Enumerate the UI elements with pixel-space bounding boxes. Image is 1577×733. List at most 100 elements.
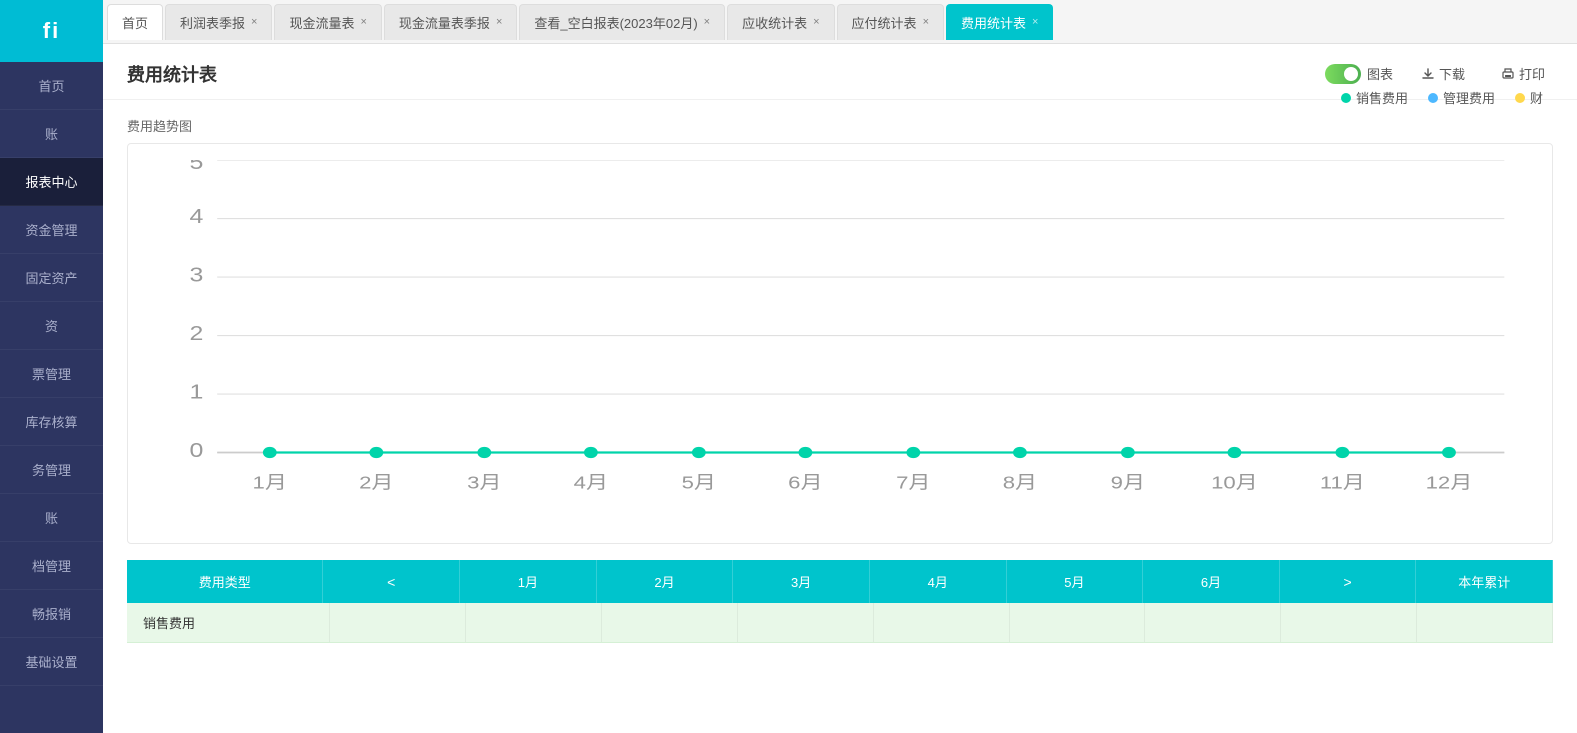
tab-close-expense-stat[interactable]: × [1032, 16, 1038, 28]
td-next-nav-empty [1281, 603, 1417, 642]
chart-point-10 [1228, 447, 1242, 458]
next-month-button[interactable]: > [1338, 574, 1358, 590]
chart-toggle-wrap: 图表 [1325, 64, 1393, 84]
sidebar-item-business[interactable]: 务管理 [0, 446, 103, 494]
sidebar-item-assets[interactable]: 固定资产 [0, 254, 103, 302]
tab-close-payable[interactable]: × [923, 16, 929, 28]
chart-point-3 [477, 447, 491, 458]
svg-text:4: 4 [190, 204, 204, 227]
tab-cashflow-quarter[interactable]: 现金流量表季报 × [384, 4, 517, 40]
td-m4 [874, 603, 1010, 642]
tab-close-blank-report[interactable]: × [704, 16, 710, 28]
th-prev-nav[interactable]: < [323, 560, 460, 603]
sidebar-item-account2[interactable]: 账 [0, 494, 103, 542]
sidebar-item-inventory[interactable]: 库存核算 [0, 398, 103, 446]
chart-toggle[interactable] [1325, 64, 1361, 84]
chart-point-9 [1121, 447, 1135, 458]
tab-payable[interactable]: 应付统计表 × [837, 4, 944, 40]
legend-admin: 管理费用 [1428, 88, 1495, 107]
tab-profit[interactable]: 利润表季报 × [165, 4, 272, 40]
tab-close-receivable[interactable]: × [813, 16, 819, 28]
svg-text:9月: 9月 [1111, 473, 1145, 493]
chart-point-6 [798, 447, 812, 458]
td-yearly [1417, 603, 1553, 642]
svg-text:1月: 1月 [253, 473, 287, 493]
chart-point-7 [906, 447, 920, 458]
svg-text:4月: 4月 [574, 473, 608, 493]
chart-svg: 0 1 2 3 4 5 [148, 160, 1532, 520]
table-section: 费用类型 < 1月 2月 3月 4月 5月 [127, 560, 1553, 643]
content-area: 费用统计表 图表 下载 [103, 44, 1577, 733]
sidebar-item-funds[interactable]: 资金管理 [0, 206, 103, 254]
th-next-nav[interactable]: > [1280, 560, 1417, 603]
svg-text:12月: 12月 [1426, 473, 1473, 493]
sidebar-item-files[interactable]: 档管理 [0, 542, 103, 590]
td-type: 销售费用 [127, 603, 330, 642]
print-button[interactable]: 打印 [1493, 60, 1553, 87]
sidebar-item-reports[interactable]: 报表中心 [0, 158, 103, 206]
chart-wrapper: 0 1 2 3 4 5 [127, 143, 1553, 544]
tab-blank-report[interactable]: 查看_空白报表(2023年02月) × [519, 4, 725, 40]
tab-close-cashflow[interactable]: × [360, 16, 366, 28]
th-m4: 4月 [870, 560, 1007, 603]
chart-point-5 [692, 447, 706, 458]
th-type: 费用类型 [127, 560, 323, 603]
svg-text:3: 3 [190, 263, 204, 286]
svg-text:2月: 2月 [359, 473, 393, 493]
svg-text:2: 2 [190, 321, 204, 344]
svg-text:3月: 3月 [467, 473, 501, 493]
td-m1 [466, 603, 602, 642]
tab-close-profit[interactable]: × [251, 16, 257, 28]
chart-point-1 [263, 447, 277, 458]
svg-text:7月: 7月 [896, 473, 930, 493]
sidebar: fi 首页 账 报表中心 资金管理 固定资产 资 票管理 库存核算 务管理 账 … [0, 0, 103, 733]
svg-text:1: 1 [190, 380, 204, 403]
sidebar-item-settings[interactable]: 基础设置 [0, 638, 103, 686]
sidebar-item-account[interactable]: 账 [0, 110, 103, 158]
td-empty-nav [330, 603, 466, 642]
svg-text:11月: 11月 [1320, 473, 1365, 493]
sidebar-item-home[interactable]: 首页 [0, 62, 103, 110]
chart-point-11 [1335, 447, 1349, 458]
td-m5 [1010, 603, 1146, 642]
th-m2: 2月 [597, 560, 734, 603]
td-m3 [738, 603, 874, 642]
tab-close-cashflow-quarter[interactable]: × [496, 16, 502, 28]
download-icon [1421, 67, 1435, 81]
svg-text:8月: 8月 [1003, 473, 1037, 493]
page-title: 费用统计表 [127, 61, 217, 87]
tab-expense-stat[interactable]: 费用统计表 × [946, 4, 1053, 40]
svg-text:6月: 6月 [788, 473, 822, 493]
main-area: 首页 利润表季报 × 现金流量表 × 现金流量表季报 × 查看_空白报表(202… [103, 0, 1577, 733]
chart-section: 费用趋势图 销售费用 管理费用 财 [103, 100, 1577, 560]
chart-point-4 [584, 447, 598, 458]
print-icon [1501, 67, 1515, 81]
th-m1: 1月 [460, 560, 597, 603]
chart-point-12 [1442, 447, 1456, 458]
legend-sales: 销售费用 [1341, 88, 1408, 107]
tab-cashflow[interactable]: 现金流量表 × [274, 4, 381, 40]
legend-dot-finance [1515, 93, 1525, 103]
tab-home[interactable]: 首页 [107, 4, 163, 40]
table-header: 费用类型 < 1月 2月 3月 4月 5月 [127, 560, 1553, 603]
th-m5: 5月 [1007, 560, 1144, 603]
prev-month-button[interactable]: < [381, 574, 401, 590]
download-button[interactable]: 下载 [1413, 60, 1473, 87]
sidebar-item-expense[interactable]: 畅报销 [0, 590, 103, 638]
tab-bar: 首页 利润表季报 × 现金流量表 × 现金流量表季报 × 查看_空白报表(202… [103, 0, 1577, 44]
chart-point-2 [369, 447, 383, 458]
tab-receivable[interactable]: 应收统计表 × [727, 4, 834, 40]
th-m6: 6月 [1143, 560, 1280, 603]
th-m3: 3月 [733, 560, 870, 603]
svg-text:0: 0 [190, 438, 204, 461]
legend-finance: 财 [1515, 88, 1543, 107]
chart-legend: 销售费用 管理费用 财 [1341, 88, 1553, 107]
sidebar-item-invoice[interactable]: 票管理 [0, 350, 103, 398]
sidebar-item-resources[interactable]: 资 [0, 302, 103, 350]
td-m6 [1145, 603, 1281, 642]
sidebar-logo: fi [0, 0, 103, 62]
td-m2 [602, 603, 738, 642]
legend-dot-admin [1428, 93, 1438, 103]
svg-text:5月: 5月 [682, 473, 716, 493]
chart-title: 费用趋势图 [127, 119, 192, 134]
